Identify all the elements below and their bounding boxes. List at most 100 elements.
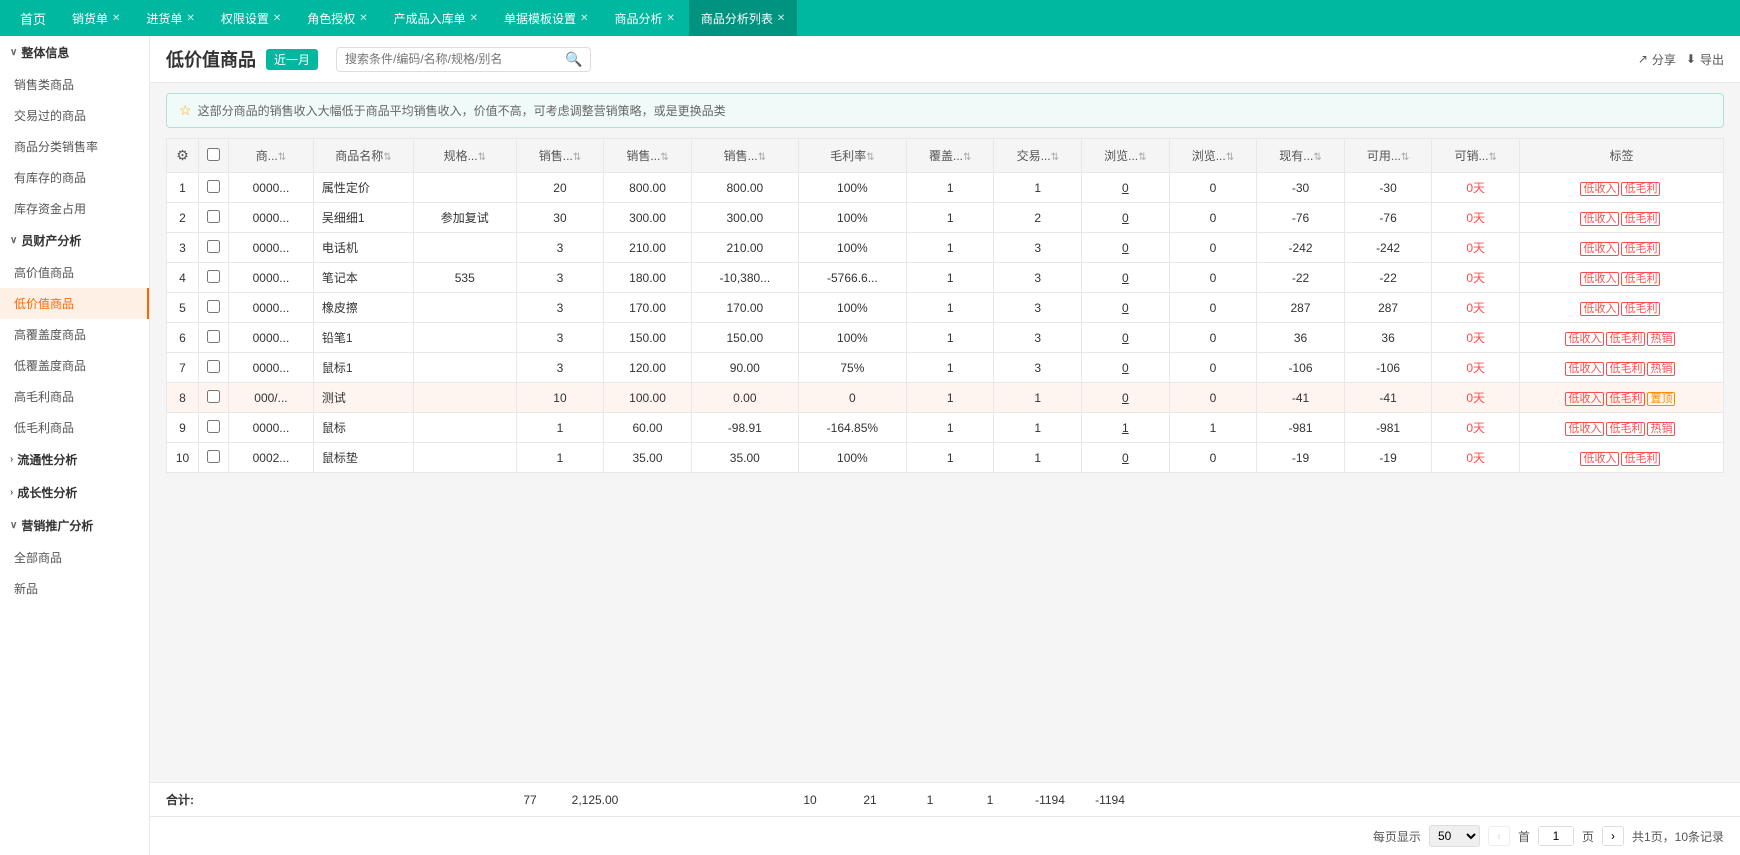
sidebar-item-low-coverage[interactable]: 低覆盖度商品 — [0, 350, 149, 381]
nav-purchase-close[interactable]: ✕ — [186, 13, 194, 24]
row-checkbox[interactable] — [207, 390, 220, 403]
browse1-link[interactable]: 0 — [1122, 301, 1129, 315]
sidebar-section-overall[interactable]: ∨ 整体信息 — [0, 36, 149, 69]
sidebar-section-growth[interactable]: › 成长性分析 — [0, 476, 149, 509]
sidebar-item-sales-goods[interactable]: 销售类商品 — [0, 69, 149, 100]
sidebar-item-stock-goods[interactable]: 有库存的商品 — [0, 162, 149, 193]
nav-templates[interactable]: 单据模板设置 ✕ — [492, 0, 600, 36]
sort-trade[interactable]: ⇅ — [1051, 152, 1059, 163]
sort-cover[interactable]: ⇅ — [963, 152, 971, 163]
sort-spec[interactable]: ⇅ — [478, 152, 486, 163]
sort-code[interactable]: ⇅ — [278, 152, 286, 163]
row-checkbox[interactable] — [207, 450, 220, 463]
td-cover: 1 — [906, 383, 994, 413]
td-stock: -76 — [1257, 203, 1345, 233]
sort-qty[interactable]: ⇅ — [573, 152, 581, 163]
sidebar-item-low-value[interactable]: 低价值商品 — [0, 288, 149, 319]
td-total: -98.91 — [691, 413, 798, 443]
page-number-input[interactable] — [1538, 826, 1574, 846]
td-sellable: 0天 — [1432, 203, 1520, 233]
row-checkbox[interactable] — [207, 360, 220, 373]
td-no: 3 — [167, 233, 199, 263]
sort-avail[interactable]: ⇅ — [1401, 152, 1409, 163]
browse1-link[interactable]: 0 — [1122, 271, 1129, 285]
row-checkbox[interactable] — [207, 420, 220, 433]
row-checkbox[interactable] — [207, 270, 220, 283]
nav-warehouse-close[interactable]: ✕ — [470, 13, 478, 24]
nav-templates-close[interactable]: ✕ — [580, 13, 588, 24]
browse1-link[interactable]: 0 — [1122, 241, 1129, 255]
sort-name[interactable]: ⇅ — [383, 152, 391, 163]
nav-roles-close[interactable]: ✕ — [359, 13, 367, 24]
nav-sales-close[interactable]: ✕ — [112, 13, 120, 24]
sidebar-item-low-margin[interactable]: 低毛利商品 — [0, 412, 149, 443]
row-checkbox[interactable] — [207, 240, 220, 253]
td-browse2: 0 — [1169, 323, 1257, 353]
nav-sales[interactable]: 销货单 ✕ — [60, 0, 132, 36]
sort-browse2[interactable]: ⇅ — [1226, 152, 1234, 163]
td-browse1: 0 — [1082, 203, 1170, 233]
tag-badge: 低毛利 — [1621, 242, 1660, 256]
sidebar-section-flow[interactable]: › 流通性分析 — [0, 443, 149, 476]
table-row: 8 000/... 测试 10 100.00 0.00 0 1 1 0 0 -4… — [167, 383, 1724, 413]
sort-browse1[interactable]: ⇅ — [1138, 152, 1146, 163]
per-page-select[interactable]: 50 100 — [1429, 825, 1480, 847]
sidebar-item-traded-goods[interactable]: 交易过的商品 — [0, 100, 149, 131]
td-tags: 低收入低毛利 — [1519, 233, 1723, 263]
page-first-btn[interactable]: ‹ — [1488, 826, 1510, 846]
browse1-link[interactable]: 0 — [1122, 451, 1129, 465]
sort-total[interactable]: ⇅ — [758, 152, 766, 163]
filter-tag-month[interactable]: 近一月 — [266, 49, 318, 70]
browse1-link[interactable]: 0 — [1122, 331, 1129, 345]
row-checkbox[interactable] — [207, 180, 220, 193]
sort-sellable[interactable]: ⇅ — [1488, 152, 1496, 163]
sort-gross[interactable]: ⇅ — [866, 152, 874, 163]
sort-stock[interactable]: ⇅ — [1313, 152, 1321, 163]
td-name: 电话机 — [313, 233, 413, 263]
browse1-link[interactable]: 0 — [1122, 391, 1129, 405]
browse1-link[interactable]: 1 — [1122, 421, 1129, 435]
row-checkbox[interactable] — [207, 330, 220, 343]
select-all-checkbox[interactable] — [207, 148, 220, 161]
sort-price[interactable]: ⇅ — [660, 152, 668, 163]
row-checkbox[interactable] — [207, 210, 220, 223]
td-checkbox — [199, 323, 229, 353]
nav-permissions-close[interactable]: ✕ — [273, 13, 281, 24]
sidebar-item-capital[interactable]: 库存资金占用 — [0, 193, 149, 224]
sidebar-item-all-goods[interactable]: 全部商品 — [0, 542, 149, 573]
nav-warehouse[interactable]: 产成品入库单 ✕ — [382, 0, 490, 36]
nav-roles[interactable]: 角色授权 ✕ — [295, 0, 379, 36]
sidebar-item-category-rate[interactable]: 商品分类销售率 — [0, 131, 149, 162]
share-button[interactable]: ↗ 分享 — [1638, 51, 1676, 68]
nav-product-analysis-close[interactable]: ✕ — [666, 13, 674, 24]
sidebar-section-marketing[interactable]: ∨ 营销推广分析 — [0, 509, 149, 542]
row-checkbox[interactable] — [207, 300, 220, 313]
td-browse1: 1 — [1082, 413, 1170, 443]
td-stock: -19 — [1257, 443, 1345, 473]
sidebar-section-financial[interactable]: ∨ 员财产分析 — [0, 224, 149, 257]
export-button[interactable]: ⬇ 导出 — [1686, 51, 1724, 68]
arrow-icon-3: › — [10, 454, 13, 465]
nav-product-analysis[interactable]: 商品分析 ✕ — [602, 0, 686, 36]
td-total: 90.00 — [691, 353, 798, 383]
td-total: 800.00 — [691, 173, 798, 203]
browse1-link[interactable]: 0 — [1122, 181, 1129, 195]
nav-home[interactable]: 首页 — [8, 0, 58, 36]
td-spec — [413, 293, 516, 323]
nav-product-analysis-list[interactable]: 商品分析列表 ✕ — [689, 0, 797, 36]
sidebar-item-high-coverage[interactable]: 高覆盖度商品 — [0, 319, 149, 350]
search-input[interactable] — [345, 52, 565, 66]
gear-icon[interactable]: ⚙ — [176, 147, 189, 163]
sidebar-item-high-margin[interactable]: 高毛利商品 — [0, 381, 149, 412]
nav-product-list-close[interactable]: ✕ — [777, 13, 785, 24]
search-icon[interactable]: 🔍 — [565, 51, 582, 68]
td-gross: 100% — [798, 323, 906, 353]
page-next-btn[interactable]: › — [1602, 826, 1624, 846]
browse1-link[interactable]: 0 — [1122, 211, 1129, 225]
sidebar-item-high-value[interactable]: 高价值商品 — [0, 257, 149, 288]
sidebar-item-new-goods[interactable]: 新品 — [0, 573, 149, 604]
nav-purchase[interactable]: 进货单 ✕ — [134, 0, 206, 36]
nav-permissions[interactable]: 权限设置 ✕ — [209, 0, 293, 36]
browse1-link[interactable]: 0 — [1122, 361, 1129, 375]
tag-badge: 低毛利 — [1606, 362, 1645, 376]
